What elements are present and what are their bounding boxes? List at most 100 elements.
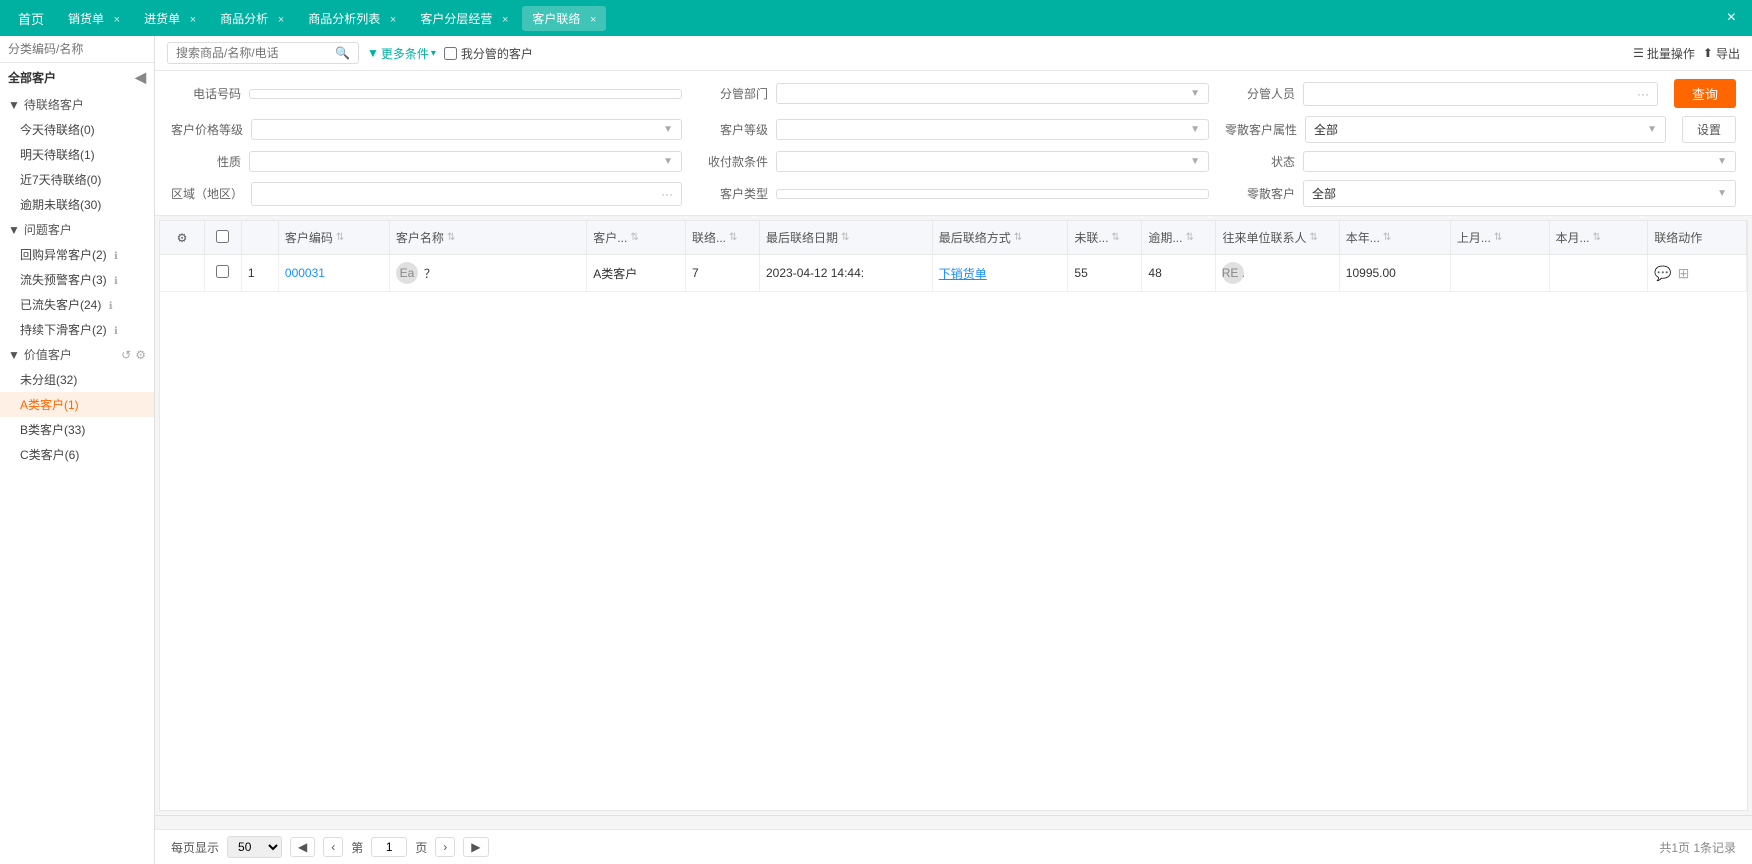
retail-customer-row: 零散客户 全部 ▼ xyxy=(1225,180,1736,207)
sidebar-item-unclassified[interactable]: 未分组(32) xyxy=(0,367,154,392)
th-this-month[interactable]: 本月... ⇅ xyxy=(1549,221,1648,255)
th-last-method[interactable]: 最后联络方式 ⇅ xyxy=(932,221,1068,255)
sort-lm-icon: ⇅ xyxy=(1014,232,1022,243)
arrow-icon-2: ▼ xyxy=(8,223,20,237)
th-last-date[interactable]: 最后联络日期 ⇅ xyxy=(760,221,933,255)
settings-icon[interactable]: ⚙ xyxy=(135,348,146,362)
row-code[interactable]: 000031 xyxy=(278,255,389,292)
th-contact-count[interactable]: 联络... ⇅ xyxy=(685,221,759,255)
row-last-date: 2023-04-12 14:44: xyxy=(760,255,933,292)
sort-ld-icon: ⇅ xyxy=(841,232,849,243)
th-name[interactable]: 客户名称 ⇅ xyxy=(389,221,586,255)
sidebar-item-today[interactable]: 今天待联络(0) xyxy=(0,117,154,142)
customer-type-input[interactable] xyxy=(776,189,1209,199)
person-input[interactable]: ··· xyxy=(1303,82,1658,106)
customer-grade-select[interactable]: ▼ xyxy=(776,119,1209,140)
th-gear[interactable]: ⚙ xyxy=(160,221,204,255)
nav-customer-segment[interactable]: 客户分层经营 × xyxy=(410,6,518,31)
retail-customer-select[interactable]: 全部 ▼ xyxy=(1303,180,1736,207)
sidebar-section-problem[interactable]: ▼ 问题客户 xyxy=(0,217,154,242)
export-button[interactable]: ⬆ 导出 xyxy=(1703,45,1740,62)
dept-select[interactable]: ▼ xyxy=(776,83,1209,104)
close-contact-tab[interactable]: × xyxy=(590,14,596,26)
th-actions: 联络动作 xyxy=(1648,221,1747,255)
th-unit-contact[interactable]: 往来单位联系人 ⇅ xyxy=(1216,221,1339,255)
nature-select[interactable]: ▼ xyxy=(249,151,682,172)
more-conditions-button[interactable]: ▼ 更多条件 ▾ xyxy=(367,45,436,62)
batch-operation-button[interactable]: ☰ 批量操作 xyxy=(1633,45,1695,62)
settings-button[interactable]: 设置 xyxy=(1682,116,1736,143)
th-seq xyxy=(241,221,278,255)
th-last-month[interactable]: 上月... ⇅ xyxy=(1450,221,1549,255)
horizontal-scrollbar[interactable] xyxy=(155,815,1752,829)
close-purchase-tab[interactable]: × xyxy=(190,14,196,26)
sidebar-item-class-b[interactable]: B类客户(33) xyxy=(0,417,154,442)
retail-attr-select[interactable]: 全部 ▼ xyxy=(1305,116,1666,143)
sidebar-section-value[interactable]: ▼ 价值客户 ↺ ⚙ xyxy=(0,342,154,367)
nature-row: 性质 ▼ xyxy=(171,151,682,172)
gear-icon[interactable]: ⚙ xyxy=(177,231,188,245)
sidebar-item-overdue[interactable]: 逾期未联络(30) xyxy=(0,192,154,217)
close-product-tab[interactable]: × xyxy=(278,14,284,26)
phone-input[interactable] xyxy=(249,89,682,99)
sidebar-item-churn-warning[interactable]: 流失预警客户(3) ℹ xyxy=(0,267,154,292)
status-select[interactable]: ▼ xyxy=(1303,151,1736,172)
first-page-button[interactable]: ◀ xyxy=(290,837,315,857)
last-page-button[interactable]: ▶ xyxy=(463,837,488,857)
th-code[interactable]: 客户编码 ⇅ xyxy=(278,221,389,255)
nav-product-list[interactable]: 商品分析列表 × xyxy=(298,6,406,31)
close-sales-tab[interactable]: × xyxy=(114,14,120,26)
nav-customer-contact[interactable]: 客户联络 × xyxy=(522,6,606,31)
arrow-icon-3: ▼ xyxy=(8,348,20,362)
row-seq: 1 xyxy=(241,255,278,292)
sidebar-item-tomorrow[interactable]: 明天待联络(1) xyxy=(0,142,154,167)
sidebar-item-class-a[interactable]: A类客户(1) xyxy=(0,392,154,417)
nav-home[interactable]: 首页 xyxy=(8,5,54,32)
sidebar-item-declining[interactable]: 持续下滑客户(2) ℹ xyxy=(0,317,154,342)
sidebar-collapse-icon[interactable]: ◀ xyxy=(135,69,146,86)
nav-sales[interactable]: 销货单 × xyxy=(58,6,130,31)
qr-icon[interactable]: ⊞ xyxy=(1678,265,1690,282)
my-customers-checkbox[interactable] xyxy=(444,47,457,60)
th-overdue[interactable]: 逾期... ⇅ xyxy=(1142,221,1216,255)
sidebar-item-churned[interactable]: 已流失客户(24) ℹ xyxy=(0,292,154,317)
message-icon[interactable]: 💬 xyxy=(1654,265,1671,282)
th-current-year[interactable]: 本年... ⇅ xyxy=(1339,221,1450,255)
sidebar-item-7days[interactable]: 近7天待联络(0) xyxy=(0,167,154,192)
sort-code-icon: ⇅ xyxy=(336,232,344,243)
refresh-icon[interactable]: ↺ xyxy=(121,348,131,362)
nav-product-analysis[interactable]: 商品分析 × xyxy=(210,6,294,31)
th-category[interactable]: 客户... ⇅ xyxy=(587,221,686,255)
payment-select[interactable]: ▼ xyxy=(776,151,1209,172)
price-grade-row: 客户价格等级 ▼ xyxy=(171,116,682,143)
customer-type-label: 客户类型 xyxy=(698,185,768,202)
select-all-checkbox[interactable] xyxy=(216,230,229,243)
row-this-month xyxy=(1549,255,1648,292)
region-input[interactable]: ··· xyxy=(251,182,682,206)
close-all-tabs-button[interactable]: × xyxy=(1719,9,1744,27)
page-size-select[interactable]: 10 20 50 100 xyxy=(227,836,282,858)
my-customers-filter: 我分管的客户 xyxy=(444,45,533,62)
th-no-contact[interactable]: 未联... ⇅ xyxy=(1068,221,1142,255)
row-checkbox[interactable] xyxy=(216,265,229,278)
price-grade-select[interactable]: ▼ xyxy=(251,119,682,140)
next-page-button[interactable]: › xyxy=(435,837,455,857)
region-row: 区域（地区） ··· xyxy=(171,180,682,207)
sidebar-item-class-c[interactable]: C类客户(6) xyxy=(0,442,154,467)
nav-purchase[interactable]: 进货单 × xyxy=(134,6,206,31)
payment-row: 收付款条件 ▼ xyxy=(698,151,1209,172)
sidebar-search-input[interactable] xyxy=(8,42,155,56)
page-prefix: 第 xyxy=(351,839,363,856)
query-button[interactable]: 查询 xyxy=(1674,79,1736,108)
person-more-icon: ··· xyxy=(1637,87,1649,101)
row-last-method[interactable]: 下销货单 xyxy=(932,255,1068,292)
sidebar-section-pending[interactable]: ▼ 待联络客户 xyxy=(0,92,154,117)
sidebar-item-repurchase-anomaly[interactable]: 回购异常客户(2) ℹ xyxy=(0,242,154,267)
search-icon[interactable]: 🔍 xyxy=(335,46,350,60)
close-product-list-tab[interactable]: × xyxy=(390,14,396,26)
page-number-input[interactable] xyxy=(371,837,407,857)
main-search-input[interactable] xyxy=(176,46,331,60)
prev-page-button[interactable]: ‹ xyxy=(323,837,343,857)
close-segment-tab[interactable]: × xyxy=(502,14,508,26)
search-box: 🔍 xyxy=(167,42,359,64)
